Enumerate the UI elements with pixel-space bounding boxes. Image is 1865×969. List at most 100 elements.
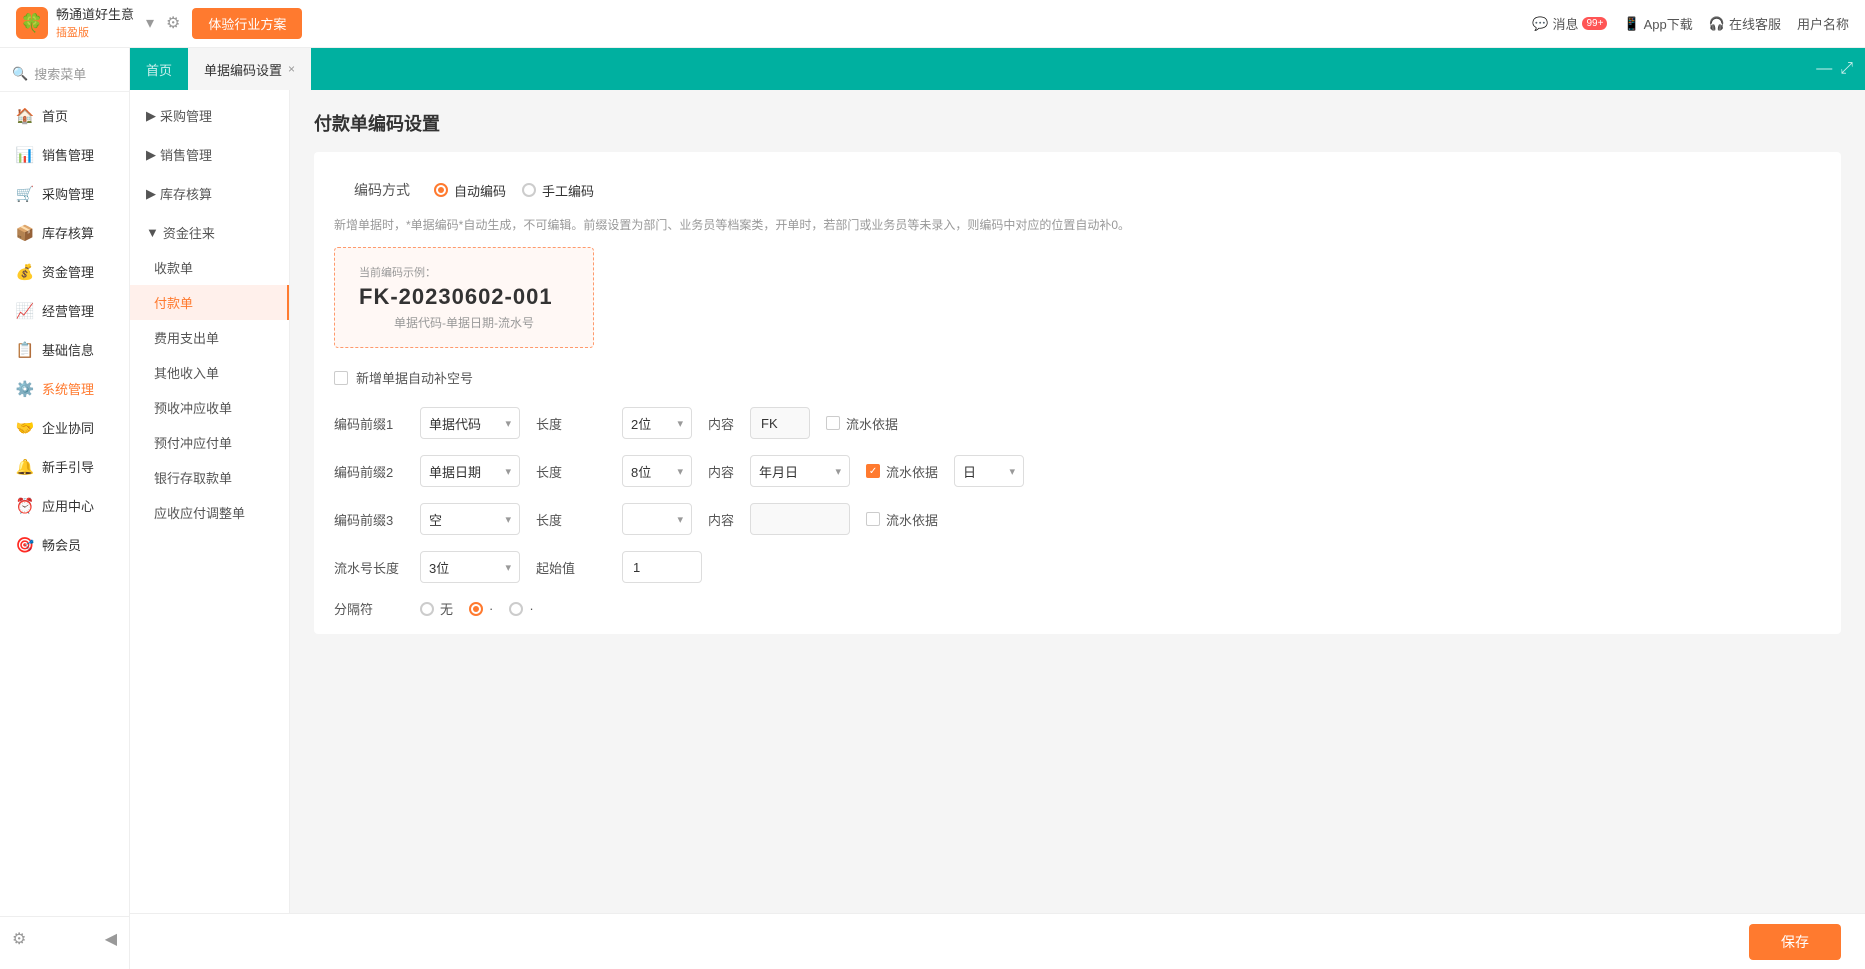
prefix2-label: 编码前缀2 <box>334 462 404 481</box>
logo-text-area: 畅通道好生意 插盈版 <box>56 7 134 40</box>
sidebar-item-home[interactable]: 🏠 首页 <box>0 96 129 135</box>
sidebar-item-purchase[interactable]: 🛒 采购管理 <box>0 174 129 213</box>
serial-length-row: 流水号长度 3位 ▾ 起始值 <box>334 551 1821 583</box>
gear-icon[interactable]: ⚙ <box>166 13 180 33</box>
length2-label: 长度 <box>536 462 606 481</box>
online-service-button[interactable]: 🎧 在线客服 <box>1709 14 1781 33</box>
tab-encoding-settings[interactable]: 单据编码设置 × <box>188 48 311 90</box>
manual-encode-option[interactable]: 手工编码 <box>522 181 594 200</box>
sidebar-search[interactable]: 🔍 搜索菜单 <box>0 56 129 92</box>
member-icon: 🎯 <box>16 536 34 554</box>
content1-label: 内容 <box>708 414 734 433</box>
encoding-radio-group: 自动编码 手工编码 <box>434 181 594 200</box>
serial1-checkbox[interactable] <box>826 416 840 430</box>
separator-dash-option[interactable]: · <box>509 601 533 616</box>
prefix3-label: 编码前缀3 <box>334 510 404 529</box>
collapse-icon[interactable]: ◀ <box>105 929 117 949</box>
subnav-prepay-payable[interactable]: 预付冲应付单 <box>130 425 289 460</box>
sidebar-item-member[interactable]: 🎯 畅会员 <box>0 525 129 564</box>
user-menu[interactable]: 用户名称 <box>1797 14 1849 33</box>
separator-none-option[interactable]: 无 <box>420 599 453 618</box>
chevron-down-icon: ▾ <box>505 513 511 526</box>
separator-none-label: 无 <box>440 599 453 618</box>
message-badge: 99+ <box>1582 17 1607 30</box>
sidebar-item-sales[interactable]: 📊 销售管理 <box>0 135 129 174</box>
tab-minimize-icon[interactable]: — <box>1816 60 1832 78</box>
auto-encode-radio[interactable] <box>434 183 448 197</box>
separator-dot-radio[interactable] <box>469 602 483 616</box>
subnav-other-income[interactable]: 其他收入单 <box>130 355 289 390</box>
serial2-checkbox[interactable]: ✓ <box>866 464 880 478</box>
content2-select[interactable]: 年月日 ▾ <box>750 455 850 487</box>
sidebar-item-enterprise[interactable]: 🤝 企业协同 <box>0 408 129 447</box>
sidebar-item-operations[interactable]: 📈 经营管理 <box>0 291 129 330</box>
prefix2-select[interactable]: 单据日期 ▾ <box>420 455 520 487</box>
length3-select[interactable]: ▾ <box>622 503 692 535</box>
sidebar-item-app-center[interactable]: ⏰ 应用中心 <box>0 486 129 525</box>
serial1-checkbox-group: 流水依据 <box>826 414 898 433</box>
subnav-sales-header[interactable]: ▶ 销售管理 <box>130 137 289 172</box>
auto-fill-checkbox[interactable] <box>334 371 348 385</box>
preview-desc: 单据代码-单据日期-流水号 <box>359 314 569 331</box>
subnav-receipt[interactable]: 收款单 <box>130 250 289 285</box>
chevron-right-icon: ▶ <box>146 108 156 124</box>
subnav-bank[interactable]: 银行存取款单 <box>130 460 289 495</box>
prefix1-select[interactable]: 单据代码 ▾ <box>420 407 520 439</box>
app-download-button[interactable]: 📱 App下载 <box>1623 14 1692 33</box>
manual-encode-label: 手工编码 <box>542 181 594 200</box>
sidebar-item-basic-info[interactable]: 📋 基础信息 <box>0 330 129 369</box>
sidebar-item-finance[interactable]: 💰 资金管理 <box>0 252 129 291</box>
prefix3-select[interactable]: 空 ▾ <box>420 503 520 535</box>
logo-area: 🍀 畅通道好生意 插盈版 <box>16 7 134 40</box>
separator-dash-label: · <box>529 601 533 616</box>
separator-dot-option[interactable]: · <box>469 601 493 616</box>
length2-select[interactable]: 8位 ▾ <box>622 455 692 487</box>
chevron-right-icon: ▶ <box>146 186 156 202</box>
manual-encode-radio[interactable] <box>522 183 536 197</box>
tab-maximize-icon[interactable]: ⤢ <box>1840 60 1853 78</box>
message-button[interactable]: 💬 消息 99+ <box>1532 14 1607 33</box>
app-center-icon: ⏰ <box>16 497 34 515</box>
save-button[interactable]: 保存 <box>1749 924 1841 960</box>
serial2-unit-select[interactable]: 日 ▾ <box>954 455 1024 487</box>
settings-bottom-icon[interactable]: ⚙ <box>12 929 26 949</box>
subnav-expense[interactable]: 费用支出单 <box>130 320 289 355</box>
mobile-icon: 📱 <box>1623 16 1639 32</box>
subnav-inventory-header[interactable]: ▶ 库存核算 <box>130 176 289 211</box>
serial1-label: 流水依据 <box>846 414 898 433</box>
subnav-funds-header[interactable]: ▼ 资金往来 <box>130 215 289 250</box>
tab-home[interactable]: 首页 <box>130 48 188 90</box>
spacer <box>314 646 1841 893</box>
serial2-label: 流水依据 <box>886 462 938 481</box>
serial-length-select[interactable]: 3位 ▾ <box>420 551 520 583</box>
sidebar-item-inventory[interactable]: 📦 库存核算 <box>0 213 129 252</box>
length1-select[interactable]: 2位 ▾ <box>622 407 692 439</box>
subnav-adjustment[interactable]: 应收应付调整单 <box>130 495 289 530</box>
subnav-payment[interactable]: 付款单 <box>130 285 289 320</box>
message-label: 消息 <box>1552 14 1578 33</box>
system-icon: ⚙️ <box>16 380 34 398</box>
start-value-input[interactable] <box>622 551 702 583</box>
serial3-checkbox[interactable] <box>866 512 880 526</box>
industry-plan-button[interactable]: 体验行业方案 <box>192 8 302 39</box>
sidebar-item-label: 应用中心 <box>42 496 94 515</box>
guide-icon: 🔔 <box>16 458 34 476</box>
sidebar-item-guide[interactable]: 🔔 新手引导 <box>0 447 129 486</box>
subnav-prepay-receivable[interactable]: 预收冲应收单 <box>130 390 289 425</box>
auto-encode-option[interactable]: 自动编码 <box>434 181 506 200</box>
page-content: 付款单编码设置 编码方式 自动编码 手工编码 <box>290 90 1865 913</box>
separator-row: 分隔符 无 · · <box>334 599 1821 618</box>
separator-label: 分隔符 <box>334 599 404 618</box>
prefix3-row: 编码前缀3 空 ▾ 长度 ▾ 内容 <box>334 503 1821 535</box>
tab-home-label: 首页 <box>146 60 172 79</box>
sub-panel: ▶ 采购管理 ▶ 销售管理 ▶ 库存核算 <box>130 90 1865 913</box>
tab-close-icon[interactable]: × <box>288 62 295 76</box>
chevron-down-icon[interactable]: ▾ <box>146 13 154 33</box>
subnav-purchase-header[interactable]: ▶ 采购管理 <box>130 98 289 133</box>
check-mark: ✓ <box>869 466 877 477</box>
separator-dash-radio[interactable] <box>509 602 523 616</box>
serial3-checkbox-group: 流水依据 <box>866 510 938 529</box>
prefix2-row: 编码前缀2 单据日期 ▾ 长度 8位 ▾ 内容 年月日 <box>334 455 1821 487</box>
separator-none-radio[interactable] <box>420 602 434 616</box>
sidebar-item-system[interactable]: ⚙️ 系统管理 <box>0 369 129 408</box>
